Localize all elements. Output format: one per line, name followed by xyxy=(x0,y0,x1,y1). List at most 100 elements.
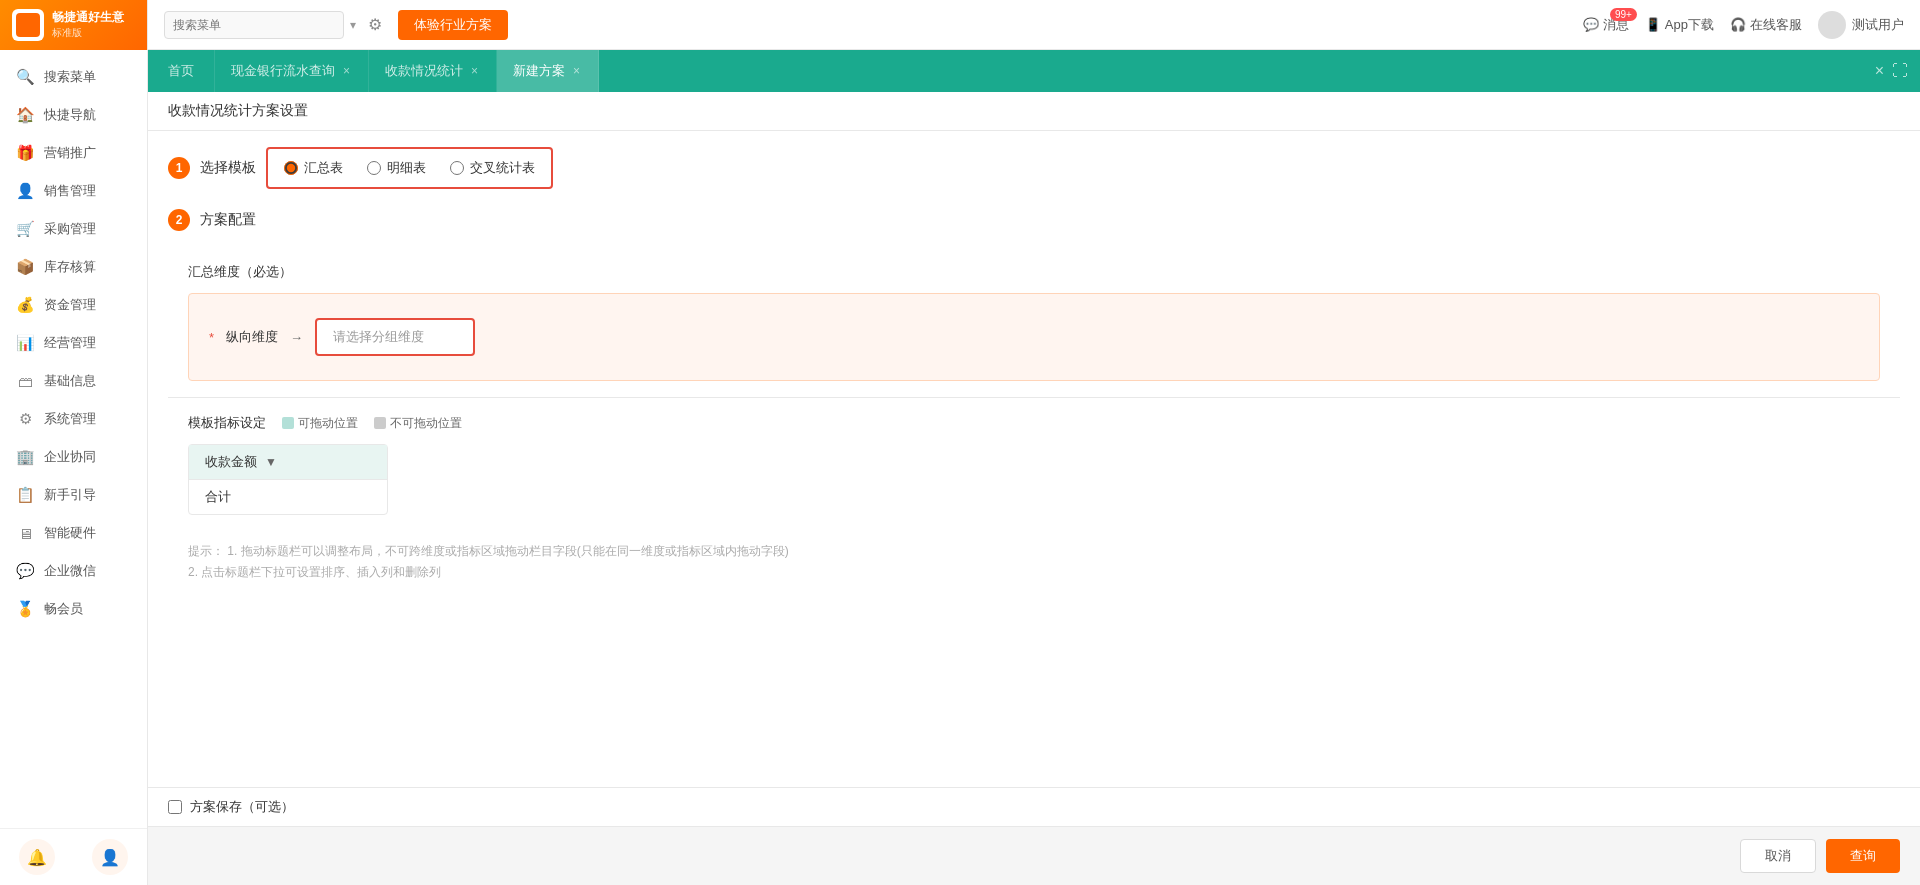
tab-collection-label: 收款情况统计 xyxy=(385,62,463,80)
draggable-dot xyxy=(282,417,294,429)
tab-new-plan[interactable]: 新建方案 × xyxy=(497,50,599,92)
sidebar-label-wechat: 企业微信 xyxy=(44,562,96,580)
option-summary[interactable]: 汇总表 xyxy=(284,159,343,177)
sidebar-item-enterprise[interactable]: 🏢 企业协同 xyxy=(0,438,147,476)
guide-icon: 📋 xyxy=(16,486,34,504)
search-icon: 🔍 xyxy=(16,68,34,86)
tab-home[interactable]: 首页 xyxy=(148,50,215,92)
save-checkbox[interactable] xyxy=(168,800,182,814)
user-profile-button[interactable]: 测试用户 xyxy=(1818,11,1904,39)
sidebar-label-member: 畅会员 xyxy=(44,600,83,618)
draggable-label: 可拖动位置 xyxy=(298,415,358,432)
sidebar-item-member[interactable]: 🏅 畅会员 xyxy=(0,590,147,628)
tab-home-label: 首页 xyxy=(168,62,194,80)
app-download-button[interactable]: 📱 App下载 xyxy=(1645,16,1714,34)
sidebar-nav: 🔍 搜索菜单 🏠 快捷导航 🎁 营销推广 👤 销售管理 🛒 采购管理 📦 库存核… xyxy=(0,50,147,828)
option-detail[interactable]: 明细表 xyxy=(367,159,426,177)
tabs-right-buttons: × ⛶ xyxy=(1863,50,1920,92)
tab-cashflow-close[interactable]: × xyxy=(341,62,352,80)
close-tab-icon[interactable]: × xyxy=(1875,62,1884,80)
database-icon: 🗃 xyxy=(16,372,34,390)
sidebar-item-sales[interactable]: 👤 销售管理 xyxy=(0,172,147,210)
sidebar-item-guide[interactable]: 📋 新手引导 xyxy=(0,476,147,514)
radio-summary[interactable] xyxy=(284,161,298,175)
sidebar-item-inventory[interactable]: 📦 库存核算 xyxy=(0,248,147,286)
settings-icon[interactable]: ⚙ xyxy=(368,15,382,34)
sidebar-label-sales: 销售管理 xyxy=(44,182,96,200)
gear-icon: ⚙ xyxy=(16,410,34,428)
step2-header: 2 方案配置 xyxy=(168,209,1900,231)
sidebar-item-wechat[interactable]: 💬 企业微信 xyxy=(0,552,147,590)
main-area: ▾ ⚙ 体验行业方案 💬 消息 99+ 📱 App下载 🎧 在线客服 测试用户 xyxy=(148,0,1920,885)
sidebar-item-purchase[interactable]: 🛒 采购管理 xyxy=(0,210,147,248)
username-label: 测试用户 xyxy=(1852,16,1904,34)
industry-solution-button[interactable]: 体验行业方案 xyxy=(398,10,508,40)
sidebar-item-marketing[interactable]: 🎁 营销推广 xyxy=(0,134,147,172)
action-bar: 取消 查询 xyxy=(148,826,1920,885)
sidebar-label-marketing: 营销推广 xyxy=(44,144,96,162)
tab-cashflow[interactable]: 现金银行流水查询 × xyxy=(215,50,369,92)
logo-icon xyxy=(16,13,40,37)
topbar-search-area: ▾ xyxy=(164,11,356,39)
tab-new-plan-close[interactable]: × xyxy=(571,62,582,80)
sidebar-item-search-menu[interactable]: 🔍 搜索菜单 xyxy=(0,58,147,96)
sidebar-item-system[interactable]: ⚙ 系统管理 xyxy=(0,400,147,438)
tab-collection[interactable]: 收款情况统计 × xyxy=(369,50,497,92)
dimension-placeholder: 请选择分组维度 xyxy=(333,328,424,346)
tab-cashflow-label: 现金银行流水查询 xyxy=(231,62,335,80)
hardware-icon: 🖥 xyxy=(16,524,34,542)
chevron-down-icon[interactable]: ▾ xyxy=(350,18,356,32)
vertical-dimension-label: 纵向维度 xyxy=(226,328,278,346)
sidebar-item-basic[interactable]: 🗃 基础信息 xyxy=(0,362,147,400)
sidebar-header: 畅捷通好生意 标准版 xyxy=(0,0,147,50)
tab-collection-close[interactable]: × xyxy=(469,62,480,80)
sidebar-label-operations: 经营管理 xyxy=(44,334,96,352)
fixed-label: 不可拖动位置 xyxy=(390,415,462,432)
tabs-bar: 首页 现金银行流水查询 × 收款情况统计 × 新建方案 × × ⛶ xyxy=(148,50,1920,92)
sidebar-item-quick-nav[interactable]: 🏠 快捷导航 xyxy=(0,96,147,134)
sidebar-label-hardware: 智能硬件 xyxy=(44,524,96,542)
sidebar-item-finance[interactable]: 💰 资金管理 xyxy=(0,286,147,324)
dimension-row: * 纵向维度 → 请选择分组维度 xyxy=(209,318,475,356)
fixed-dot xyxy=(374,417,386,429)
sidebar-label-quick-nav: 快捷导航 xyxy=(44,106,96,124)
sidebar-item-operations[interactable]: 📊 经营管理 xyxy=(0,324,147,362)
content-area: 收款情况统计方案设置 1 选择模板 汇总表 明细表 xyxy=(148,92,1920,885)
sidebar-item-hardware[interactable]: 🖥 智能硬件 xyxy=(0,514,147,552)
form-content: 1 选择模板 汇总表 明细表 交叉统计表 xyxy=(148,131,1920,787)
dimension-area: * 纵向维度 → 请选择分组维度 xyxy=(188,293,1880,381)
sidebar-footer-btn-left[interactable]: 🔔 xyxy=(19,839,55,875)
metrics-subtotal: 合计 xyxy=(205,488,231,506)
template-options: 汇总表 明细表 交叉统计表 xyxy=(266,147,553,189)
metrics-dropdown-icon[interactable]: ▼ xyxy=(265,455,277,469)
wechat-icon: 💬 xyxy=(16,562,34,580)
metrics-section: 模板指标设定 可拖动位置 不可拖动位置 收款金额 ▼ xyxy=(168,397,1900,531)
sidebar-edition: 标准版 xyxy=(52,26,124,40)
sidebar-footer: 🔔 👤 xyxy=(0,828,147,885)
dimension-section-title: 汇总维度（必选） xyxy=(188,263,1880,281)
step1-number: 1 xyxy=(168,157,190,179)
gift-icon: 🎁 xyxy=(16,144,34,162)
online-service-button[interactable]: 🎧 在线客服 xyxy=(1730,16,1802,34)
option-cross[interactable]: 交叉统计表 xyxy=(450,159,535,177)
page-header: 收款情况统计方案设置 xyxy=(148,92,1920,131)
tips-line1: 提示： 1. 拖动标题栏可以调整布局，不可跨维度或指标区域拖动栏目字段(只能在同… xyxy=(188,543,1880,560)
group-dimension-select[interactable]: 请选择分组维度 xyxy=(315,318,475,356)
radio-detail[interactable] xyxy=(367,161,381,175)
step2-title: 方案配置 xyxy=(200,211,256,229)
sidebar-label-finance: 资金管理 xyxy=(44,296,96,314)
search-input[interactable] xyxy=(164,11,344,39)
save-label: 方案保存（可选） xyxy=(190,798,294,816)
metrics-header-row: 收款金额 ▼ xyxy=(189,445,387,480)
step1-header: 1 选择模板 汇总表 明细表 交叉统计表 xyxy=(168,147,1900,189)
headset-icon: 🎧 xyxy=(1730,17,1746,32)
maximize-icon[interactable]: ⛶ xyxy=(1892,62,1908,80)
notification-button[interactable]: 💬 消息 99+ xyxy=(1583,16,1629,34)
money-icon: 💰 xyxy=(16,296,34,314)
sidebar-footer-btn-right[interactable]: 👤 xyxy=(92,839,128,875)
topbar-right: 💬 消息 99+ 📱 App下载 🎧 在线客服 测试用户 xyxy=(1583,11,1904,39)
cancel-button[interactable]: 取消 xyxy=(1740,839,1816,873)
radio-cross[interactable] xyxy=(450,161,464,175)
query-button[interactable]: 查询 xyxy=(1826,839,1900,873)
user-icon: 👤 xyxy=(16,182,34,200)
